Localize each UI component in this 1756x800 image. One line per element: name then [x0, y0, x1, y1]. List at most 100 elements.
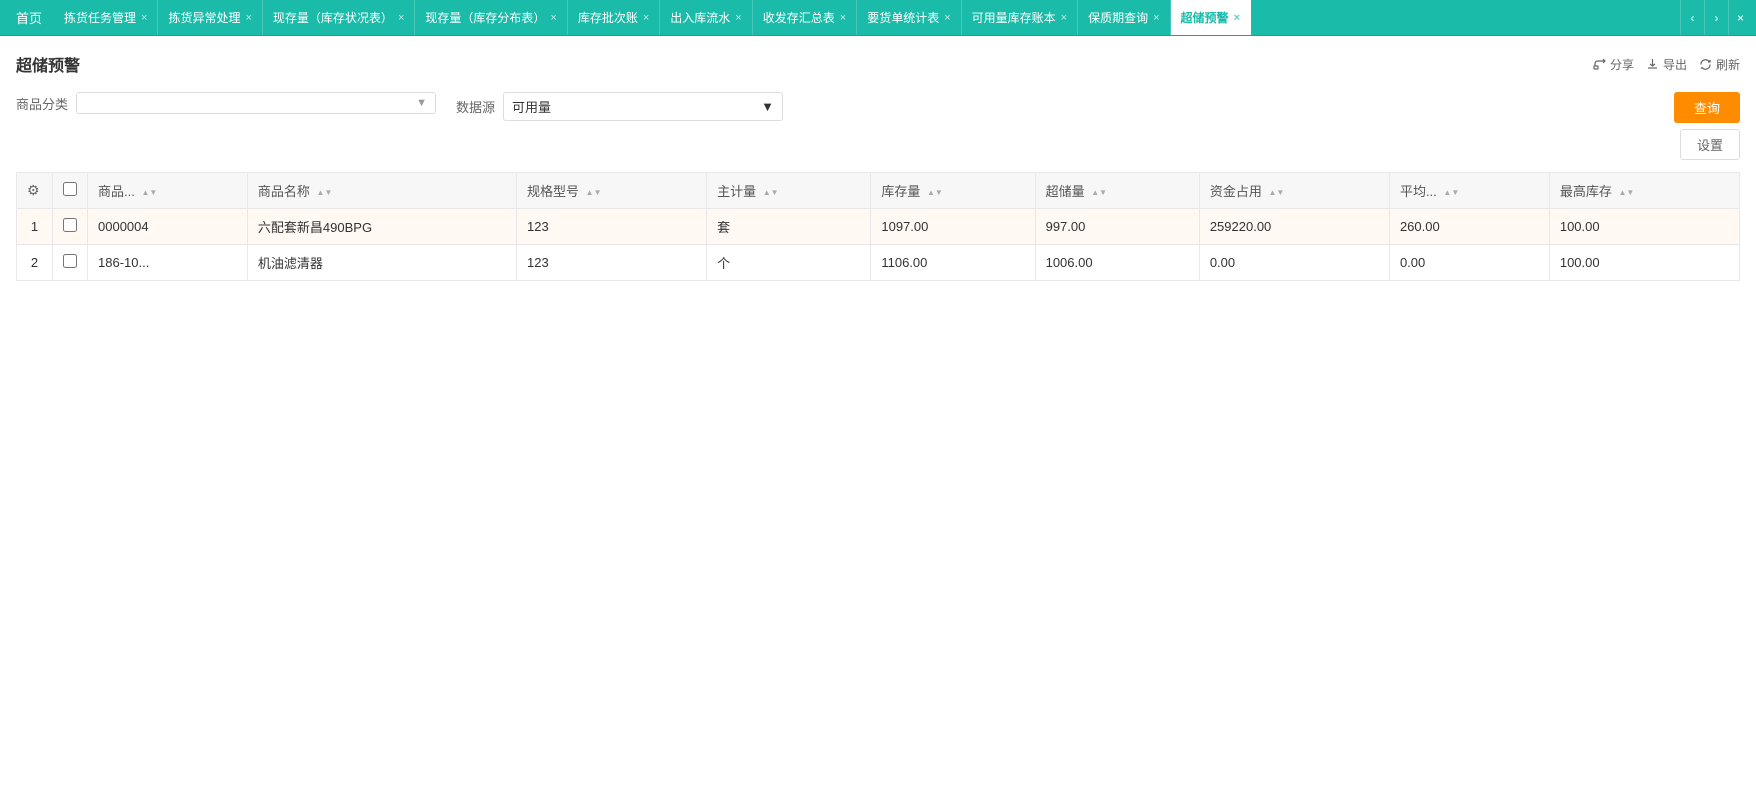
th-max-stock[interactable]: 最高库存 ▲▼ [1549, 173, 1739, 209]
nav-tab-close-10[interactable]: × [1234, 12, 1240, 24]
th-capital[interactable]: 资金占用 ▲▼ [1199, 173, 1389, 209]
cell-product-code-1: 186-10... [88, 245, 248, 281]
nav-home[interactable]: 首页 [4, 8, 54, 27]
table-row: 2 186-10... 机油滤清器 123 个 1106.00 1006.00 … [17, 245, 1740, 281]
top-nav: 首页 拣货任务管理 × 拣货异常处理 × 现存量（库存状况表） × 现存量（库存… [0, 0, 1756, 36]
nav-tab-label-2: 现存量（库存状况表） [273, 9, 393, 26]
sort-icon-overstock: ▲▼ [1091, 189, 1107, 197]
cell-spec-0: 123 [517, 209, 707, 245]
nav-arrows: ‹ › × [1680, 0, 1752, 36]
row-select-1[interactable] [63, 254, 77, 268]
th-stock[interactable]: 库存量 ▲▼ [871, 173, 1035, 209]
cell-overstock-1: 1006.00 [1035, 245, 1199, 281]
share-icon [1593, 58, 1606, 71]
nav-tab-label-7: 要货单统计表 [867, 9, 939, 26]
settings-button[interactable]: 设置 [1680, 129, 1740, 160]
th-settings[interactable]: ⚙ [17, 173, 53, 209]
nav-tab-8[interactable]: 可用量库存账本 × [962, 0, 1078, 35]
cell-max-stock-1: 100.00 [1549, 245, 1739, 281]
nav-tab-label-4: 库存批次账 [578, 9, 638, 26]
datasource-select[interactable]: 可用量 ▼ [503, 92, 783, 121]
nav-tab-close-6[interactable]: × [840, 12, 846, 24]
share-label: 分享 [1610, 56, 1634, 73]
share-button[interactable]: 分享 [1593, 56, 1634, 73]
th-unit[interactable]: 主计量 ▲▼ [707, 173, 871, 209]
export-button[interactable]: 导出 [1646, 56, 1687, 73]
page-title: 超储预警 [16, 52, 80, 76]
settings-gear-icon[interactable]: ⚙ [27, 182, 40, 198]
nav-tab-2[interactable]: 现存量（库存状况表） × [263, 0, 415, 35]
nav-tab-1[interactable]: 拣货异常处理 × [158, 0, 262, 35]
row-checkbox-1[interactable] [53, 245, 88, 281]
nav-tab-6[interactable]: 收发存汇总表 × [753, 0, 857, 35]
cell-overstock-0: 997.00 [1035, 209, 1199, 245]
sort-icon-max-stock: ▲▼ [1618, 189, 1634, 197]
row-select-0[interactable] [63, 218, 77, 232]
nav-arrow-left[interactable]: ‹ [1680, 0, 1704, 36]
nav-tab-close-0[interactable]: × [141, 12, 147, 24]
nav-tab-7[interactable]: 要货单统计表 × [857, 0, 961, 35]
category-dropdown-icon: ▼ [416, 97, 427, 109]
sort-icon-product-name: ▲▼ [317, 189, 333, 197]
cell-capital-0: 259220.00 [1199, 209, 1389, 245]
refresh-button[interactable]: 刷新 [1699, 56, 1740, 73]
datasource-filter: 数据源 可用量 ▼ [456, 92, 783, 121]
cell-stock-0: 1097.00 [871, 209, 1035, 245]
nav-tab-close-1[interactable]: × [245, 12, 251, 24]
nav-arrow-close[interactable]: × [1728, 0, 1752, 36]
nav-tab-label-5: 出入库流水 [670, 9, 730, 26]
th-avg[interactable]: 平均... ▲▼ [1389, 173, 1549, 209]
nav-tab-3[interactable]: 现存量（库存分布表） × [415, 0, 567, 35]
th-product-code-label: 商品... [98, 184, 135, 199]
sort-icon-product-code: ▲▼ [141, 189, 157, 197]
cell-spec-1: 123 [517, 245, 707, 281]
nav-tab-10[interactable]: 超储预警 × [1171, 0, 1251, 35]
nav-tab-0[interactable]: 拣货任务管理 × [54, 0, 158, 35]
sort-icon-spec: ▲▼ [586, 189, 602, 197]
th-product-code[interactable]: 商品... ▲▼ [88, 173, 248, 209]
nav-tab-close-4[interactable]: × [643, 12, 649, 24]
refresh-icon [1699, 58, 1712, 71]
nav-tab-close-5[interactable]: × [735, 12, 741, 24]
nav-tab-close-2[interactable]: × [398, 12, 404, 24]
page-header: 超储预警 分享 导出 [16, 52, 1740, 76]
row-checkbox-0[interactable] [53, 209, 88, 245]
nav-arrow-right[interactable]: › [1704, 0, 1728, 36]
query-button[interactable]: 查询 [1674, 92, 1740, 123]
th-stock-label: 库存量 [881, 184, 920, 199]
nav-tab-label-10: 超储预警 [1181, 9, 1229, 26]
th-spec[interactable]: 规格型号 ▲▼ [517, 173, 707, 209]
data-table: ⚙ 商品... ▲▼ 商品名称 ▲▼ 规格型号 ▲▼ 主计 [16, 172, 1740, 281]
nav-tab-5[interactable]: 出入库流水 × [660, 0, 752, 35]
cell-product-code-0: 0000004 [88, 209, 248, 245]
datasource-value: 可用量 [512, 97, 551, 116]
datasource-label: 数据源 [456, 97, 495, 116]
nav-tab-close-3[interactable]: × [550, 12, 556, 24]
th-product-name-label: 商品名称 [258, 184, 310, 199]
nav-tab-close-7[interactable]: × [944, 12, 950, 24]
category-select[interactable]: ▼ [76, 92, 436, 114]
header-actions: 分享 导出 刷新 [1593, 56, 1740, 73]
nav-tab-9[interactable]: 保质期查询 × [1078, 0, 1170, 35]
export-icon [1646, 58, 1659, 71]
th-checkbox[interactable] [53, 173, 88, 209]
select-all-checkbox[interactable] [63, 182, 77, 196]
category-filter: 商品分类 ▼ [16, 92, 436, 114]
cell-max-stock-0: 100.00 [1549, 209, 1739, 245]
nav-tab-label-3: 现存量（库存分布表） [425, 9, 545, 26]
cell-avg-0: 260.00 [1389, 209, 1549, 245]
table-row: 1 0000004 六配套新昌490BPG 123 套 1097.00 997.… [17, 209, 1740, 245]
cell-stock-1: 1106.00 [871, 245, 1035, 281]
nav-tab-4[interactable]: 库存批次账 × [568, 0, 660, 35]
nav-tab-close-8[interactable]: × [1061, 12, 1067, 24]
th-overstock[interactable]: 超储量 ▲▼ [1035, 173, 1199, 209]
cell-unit-1: 个 [707, 245, 871, 281]
nav-tab-close-9[interactable]: × [1153, 12, 1159, 24]
sort-icon-capital: ▲▼ [1268, 189, 1284, 197]
cell-capital-1: 0.00 [1199, 245, 1389, 281]
sort-icon-avg: ▲▼ [1443, 189, 1459, 197]
sort-icon-unit: ▲▼ [763, 189, 779, 197]
th-overstock-label: 超储量 [1046, 184, 1085, 199]
cell-product-name-1: 机油滤清器 [247, 245, 516, 281]
th-product-name[interactable]: 商品名称 ▲▼ [247, 173, 516, 209]
